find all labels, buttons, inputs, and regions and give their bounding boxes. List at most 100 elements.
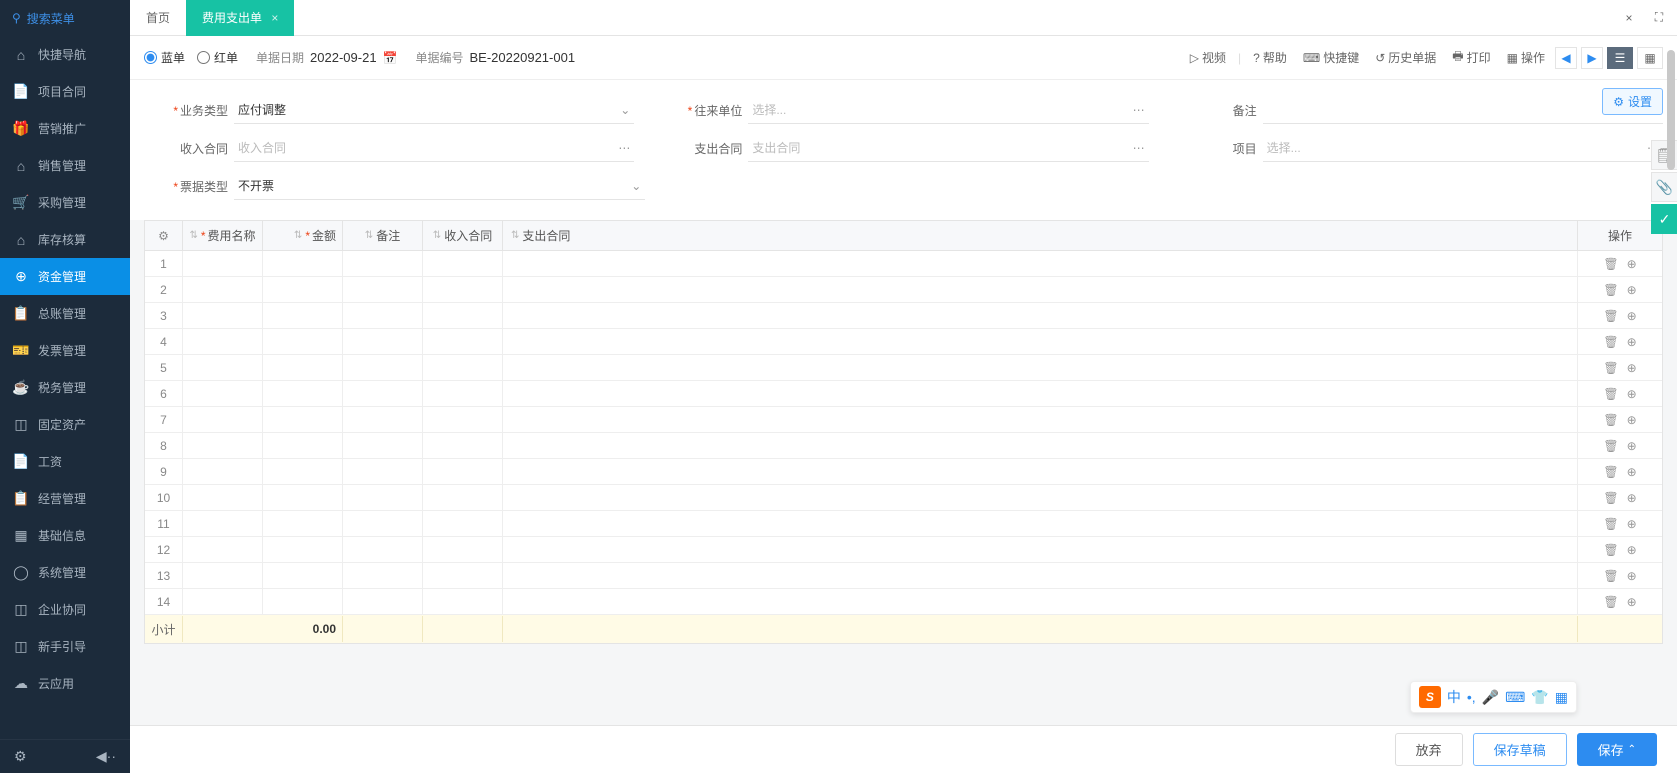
cell-remark[interactable] — [343, 277, 423, 303]
cell-remark[interactable] — [343, 407, 423, 433]
table-row[interactable]: 13🗑⊕ — [145, 563, 1662, 589]
cell-remark[interactable] — [343, 355, 423, 381]
add-row-icon[interactable]: ⊕ — [1627, 335, 1637, 349]
cell-expense-contract[interactable] — [503, 329, 1578, 355]
cell-income-contract[interactable] — [423, 381, 503, 407]
cell-fee-name[interactable] — [183, 589, 263, 615]
remark-input[interactable] — [1263, 96, 1663, 124]
cell-fee-name[interactable] — [183, 485, 263, 511]
cell-remark[interactable] — [343, 537, 423, 563]
discard-button[interactable]: 放弃 — [1395, 733, 1463, 766]
sidebar-item[interactable]: ⌂库存核算 — [0, 221, 130, 258]
cell-expense-contract[interactable] — [503, 433, 1578, 459]
cell-amount[interactable] — [263, 511, 343, 537]
cell-fee-name[interactable] — [183, 433, 263, 459]
ime-punct-icon[interactable]: •, — [1467, 689, 1476, 705]
cell-amount[interactable] — [263, 563, 343, 589]
cell-remark[interactable] — [343, 433, 423, 459]
sidebar-item[interactable]: 📋总账管理 — [0, 295, 130, 332]
cell-amount[interactable] — [263, 485, 343, 511]
col-income-contract[interactable]: ⇅收入合同 — [423, 221, 503, 251]
operate-link[interactable]: ▦操作 — [1501, 49, 1551, 66]
sidebar-item[interactable]: 🎫发票管理 — [0, 332, 130, 369]
cell-amount[interactable] — [263, 537, 343, 563]
sidebar-item[interactable]: ☁云应用 — [0, 665, 130, 702]
add-row-icon[interactable]: ⊕ — [1627, 439, 1637, 453]
sidebar-item[interactable]: 📋经营管理 — [0, 480, 130, 517]
view-list-icon[interactable]: ☰ — [1607, 47, 1633, 69]
cell-remark[interactable] — [343, 303, 423, 329]
add-row-icon[interactable]: ⊕ — [1627, 517, 1637, 531]
table-row[interactable]: 3🗑⊕ — [145, 303, 1662, 329]
cell-expense-contract[interactable] — [503, 459, 1578, 485]
table-row[interactable]: 6🗑⊕ — [145, 381, 1662, 407]
cell-remark[interactable] — [343, 485, 423, 511]
table-row[interactable]: 7🗑⊕ — [145, 407, 1662, 433]
add-row-icon[interactable]: ⊕ — [1627, 387, 1637, 401]
sidebar-item[interactable]: ⌂快捷导航 — [0, 36, 130, 73]
cell-amount[interactable] — [263, 329, 343, 355]
table-row[interactable]: 2🗑⊕ — [145, 277, 1662, 303]
sidebar-item[interactable]: 📄项目合同 — [0, 73, 130, 110]
cell-remark[interactable] — [343, 563, 423, 589]
cell-fee-name[interactable] — [183, 329, 263, 355]
cell-remark[interactable] — [343, 381, 423, 407]
side-tab-check-icon[interactable]: ✓ — [1651, 204, 1677, 234]
cell-fee-name[interactable] — [183, 537, 263, 563]
cell-fee-name[interactable] — [183, 563, 263, 589]
next-record-icon[interactable]: ▶ — [1581, 47, 1603, 69]
table-row[interactable]: 11🗑⊕ — [145, 511, 1662, 537]
ime-keyboard-icon[interactable]: ⌨ — [1505, 689, 1525, 706]
table-row[interactable]: 14🗑⊕ — [145, 589, 1662, 615]
add-row-icon[interactable]: ⊕ — [1627, 309, 1637, 323]
sidebar-item[interactable]: ▦基础信息 — [0, 517, 130, 554]
project-select[interactable]: 选择... ⋯ — [1263, 134, 1663, 162]
cell-expense-contract[interactable] — [503, 381, 1578, 407]
cell-income-contract[interactable] — [423, 485, 503, 511]
delete-icon[interactable]: 🗑 — [1603, 387, 1618, 401]
sidebar-item[interactable]: ⌂销售管理 — [0, 147, 130, 184]
table-row[interactable]: 10🗑⊕ — [145, 485, 1662, 511]
sidebar-search[interactable]: ⚲ 搜索菜单 — [0, 0, 130, 36]
save-draft-button[interactable]: 保存草稿 — [1473, 733, 1567, 766]
cell-expense-contract[interactable] — [503, 511, 1578, 537]
sidebar-item[interactable]: ⊕资金管理 — [0, 258, 130, 295]
table-row[interactable]: 4🗑⊕ — [145, 329, 1662, 355]
cell-amount[interactable] — [263, 251, 343, 277]
cell-fee-name[interactable] — [183, 459, 263, 485]
cell-remark[interactable] — [343, 511, 423, 537]
cell-expense-contract[interactable] — [503, 537, 1578, 563]
cell-amount[interactable] — [263, 459, 343, 485]
cell-remark[interactable] — [343, 459, 423, 485]
sidebar-item[interactable]: ☕税务管理 — [0, 369, 130, 406]
cell-income-contract[interactable] — [423, 511, 503, 537]
expense-contract-select[interactable]: 支出合同 ⋯ — [748, 134, 1148, 162]
delete-icon[interactable]: 🗑 — [1603, 595, 1618, 609]
cell-fee-name[interactable] — [183, 381, 263, 407]
cell-expense-contract[interactable] — [503, 277, 1578, 303]
cell-income-contract[interactable] — [423, 433, 503, 459]
delete-icon[interactable]: 🗑 — [1603, 439, 1618, 453]
cell-income-contract[interactable] — [423, 277, 503, 303]
cell-fee-name[interactable] — [183, 303, 263, 329]
tab-close-all-icon[interactable]: × — [1617, 6, 1641, 30]
cell-expense-contract[interactable] — [503, 563, 1578, 589]
sidebar-item[interactable]: ◫新手引导 — [0, 628, 130, 665]
view-grid-icon[interactable]: ▦ — [1637, 47, 1663, 69]
settings-icon[interactable]: ⚙ — [14, 748, 27, 765]
delete-icon[interactable]: 🗑 — [1603, 413, 1618, 427]
col-fee-name[interactable]: ⇅*费用名称 — [183, 221, 263, 251]
cell-income-contract[interactable] — [423, 459, 503, 485]
shortcut-link[interactable]: ⌨快捷键 — [1297, 49, 1365, 66]
table-row[interactable]: 1🗑⊕ — [145, 251, 1662, 277]
collapse-icon[interactable]: ◀·· — [96, 748, 116, 765]
date-value[interactable]: 2022-09-21 — [310, 50, 377, 65]
cell-amount[interactable] — [263, 381, 343, 407]
delete-icon[interactable]: 🗑 — [1603, 569, 1618, 583]
invoice-type-select[interactable]: 不开票 ⌄ — [234, 172, 645, 200]
cell-amount[interactable] — [263, 589, 343, 615]
sidebar-item[interactable]: 🛒采购管理 — [0, 184, 130, 221]
fullscreen-icon[interactable]: ⛶ — [1647, 6, 1671, 30]
calendar-icon[interactable]: 📅 — [383, 51, 398, 65]
cell-fee-name[interactable] — [183, 407, 263, 433]
